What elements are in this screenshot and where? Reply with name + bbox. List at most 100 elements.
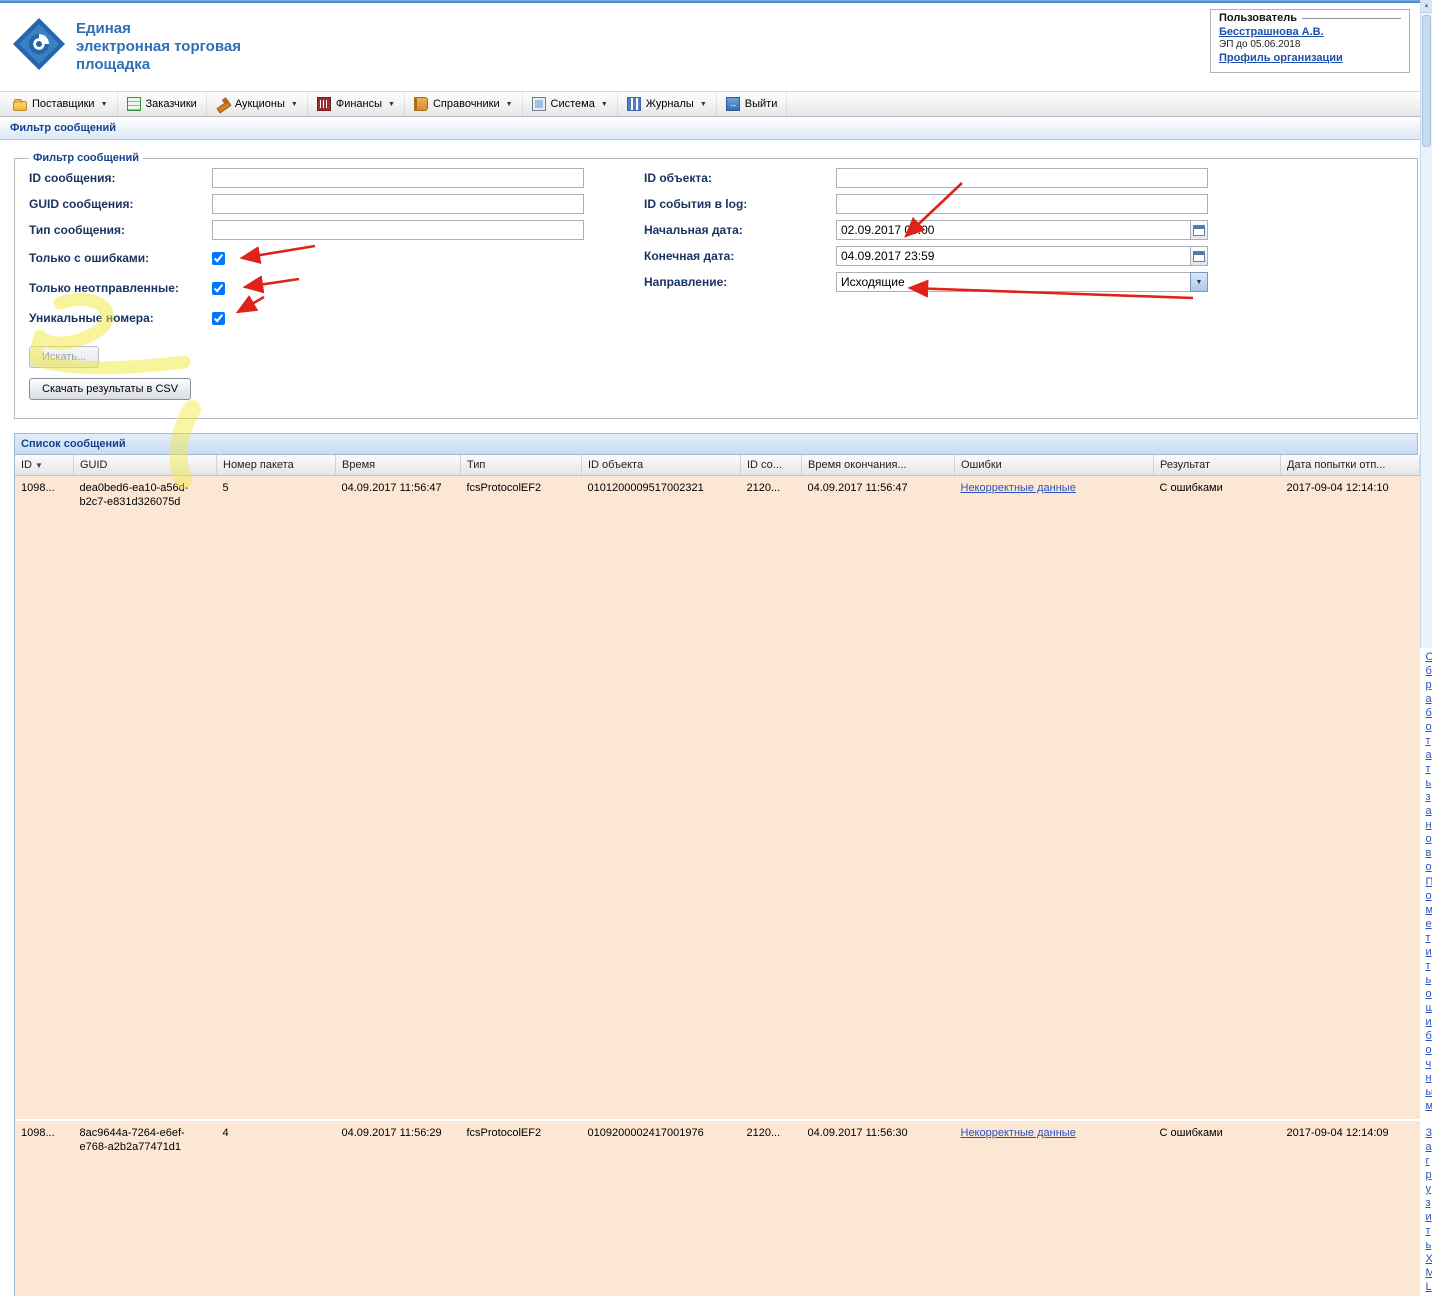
filter-row: Начальная дата: bbox=[644, 218, 1403, 242]
menu-item-suppliers[interactable]: Поставщики▼ bbox=[4, 92, 118, 116]
cert-note: ЭП до 05.06.2018 bbox=[1219, 39, 1401, 50]
operation-link[interactable]: Загрузить XML bbox=[1426, 1127, 1432, 1293]
date-input[interactable] bbox=[836, 220, 1190, 240]
app-logo-icon bbox=[10, 15, 68, 73]
select-value: Исходящие bbox=[836, 272, 1190, 292]
calendar-button[interactable] bbox=[1190, 246, 1208, 266]
operation-link[interactable]: Обработать заново bbox=[1426, 651, 1432, 873]
cell-attempt: 2017-09-04 12:14:09 bbox=[1281, 1120, 1420, 1296]
scroll-up-icon[interactable]: ▲ bbox=[1421, 0, 1432, 13]
divider bbox=[1302, 18, 1401, 19]
menu-item-journals[interactable]: Журналы▼ bbox=[618, 92, 717, 116]
app-header: Единая электронная торговая площадка Пол… bbox=[0, 3, 1432, 91]
filter-grid: ID сообщения:GUID сообщения:Тип сообщени… bbox=[29, 166, 1403, 334]
user-box-title: Пользователь bbox=[1219, 12, 1297, 24]
text-input[interactable] bbox=[836, 194, 1208, 214]
field-label: Начальная дата: bbox=[644, 223, 836, 237]
filter-row: ID объекта: bbox=[644, 166, 1403, 190]
cell-time: 04.09.2017 11:56:29 bbox=[336, 1120, 461, 1296]
column-header-time[interactable]: Время bbox=[336, 455, 461, 476]
vertical-scrollbar[interactable]: ▲ bbox=[1420, 0, 1432, 648]
menu-item-customers[interactable]: Заказчики bbox=[118, 92, 207, 116]
book-icon bbox=[414, 97, 428, 111]
gavel-icon bbox=[216, 97, 230, 111]
filter-row: Уникальные номера: bbox=[29, 304, 644, 332]
filter-legend: Фильтр сообщений bbox=[29, 152, 143, 164]
calendar-button[interactable] bbox=[1190, 220, 1208, 240]
combo-trigger-button[interactable]: ▼ bbox=[1190, 272, 1208, 292]
column-label: Тип bbox=[467, 459, 485, 471]
direction-select[interactable]: Исходящие▼ bbox=[836, 272, 1208, 292]
column-header-result[interactable]: Результат bbox=[1154, 455, 1281, 476]
column-header-end_time[interactable]: Время окончания... bbox=[802, 455, 955, 476]
cell-errors: Некорректные данные bbox=[955, 476, 1154, 1121]
column-label: ID объекта bbox=[588, 459, 643, 471]
column-header-object_id[interactable]: ID объекта bbox=[582, 455, 741, 476]
column-header-id_so[interactable]: ID со... bbox=[741, 455, 802, 476]
cell-type: fcsProtocolEF2 bbox=[461, 476, 582, 1121]
cell-result: С ошибками bbox=[1154, 476, 1281, 1121]
column-header-attempt[interactable]: Дата попытки отп... bbox=[1281, 455, 1420, 476]
menu-item-directories[interactable]: Справочники▼ bbox=[405, 92, 523, 116]
filter-row: ID события в log: bbox=[644, 192, 1403, 216]
search-button[interactable]: Искать... bbox=[29, 346, 99, 368]
download-csv-button[interactable]: Скачать результаты в CSV bbox=[29, 378, 191, 400]
field-label: Тип сообщения: bbox=[29, 223, 212, 237]
cell-end_time: 04.09.2017 11:56:30 bbox=[802, 1120, 955, 1296]
menu-item-label: Заказчики bbox=[146, 98, 197, 110]
column-label: GUID bbox=[80, 459, 108, 471]
column-header-type[interactable]: Тип bbox=[461, 455, 582, 476]
table-row[interactable]: 1098...8ac9644a-7264-e6ef-e768-a2b2a7747… bbox=[15, 1120, 1420, 1296]
app-title-line: электронная торговая bbox=[76, 38, 241, 56]
menu-item-label: Аукционы bbox=[235, 98, 285, 110]
menu-item-label: Поставщики bbox=[32, 98, 95, 110]
field-label: Уникальные номера: bbox=[29, 311, 212, 325]
column-header-guid[interactable]: GUID bbox=[74, 455, 217, 476]
system-icon bbox=[532, 97, 546, 111]
field-label: GUID сообщения: bbox=[29, 197, 212, 211]
chevron-down-icon: ▼ bbox=[601, 101, 608, 108]
menu-item-finance[interactable]: Финансы▼ bbox=[308, 92, 405, 116]
column-label: ID со... bbox=[747, 459, 782, 471]
text-input[interactable] bbox=[212, 168, 584, 188]
page-title: Фильтр сообщений bbox=[0, 117, 1432, 140]
app-title: Единая электронная торговая площадка bbox=[76, 20, 241, 74]
cell-packet: 4 bbox=[217, 1120, 336, 1296]
app-title-line: площадка bbox=[76, 56, 241, 74]
text-input[interactable] bbox=[836, 168, 1208, 188]
checkbox[interactable] bbox=[212, 282, 225, 295]
operation-link[interactable]: Пометить ошибочным bbox=[1426, 876, 1432, 1112]
messages-table: ID▼ GUID Номер пакетаВремя Тип ID объекта ID … bbox=[15, 455, 1420, 1296]
cell-id_so: 2120... bbox=[741, 476, 802, 1121]
column-label: Результат bbox=[1160, 459, 1210, 471]
column-header-errors[interactable]: Ошибки bbox=[955, 455, 1154, 476]
user-box: Пользователь Бесстрашнова А.В. ЭП до 05.… bbox=[1210, 9, 1410, 73]
error-link[interactable]: Некорректные данные bbox=[961, 1127, 1076, 1139]
scrollbar-thumb[interactable] bbox=[1422, 15, 1431, 147]
checkbox[interactable] bbox=[212, 252, 225, 265]
column-header-id[interactable]: ID▼ bbox=[15, 455, 74, 476]
error-link[interactable]: Некорректные данные bbox=[961, 482, 1076, 494]
date-field bbox=[836, 246, 1208, 266]
filter-row: Только неотправленные: bbox=[29, 274, 644, 302]
exit-icon bbox=[726, 97, 740, 111]
text-input[interactable] bbox=[212, 220, 584, 240]
menu-item-label: Система bbox=[551, 98, 595, 110]
menu-item-exit[interactable]: Выйти bbox=[717, 92, 788, 116]
menu-item-system[interactable]: Система ▼ bbox=[523, 92, 618, 116]
user-name-link[interactable]: Бесстрашнова А.В. bbox=[1219, 26, 1324, 38]
text-input[interactable] bbox=[212, 194, 584, 214]
org-profile-link[interactable]: Профиль организации bbox=[1219, 52, 1343, 64]
menu-item-auctions[interactable]: Аукционы▼ bbox=[207, 92, 308, 116]
cell-errors: Некорректные данные bbox=[955, 1120, 1154, 1296]
checkbox[interactable] bbox=[212, 312, 225, 325]
menu-bar: Поставщики▼ЗаказчикиАукционы▼Финансы▼Спр… bbox=[0, 91, 1432, 117]
calendar-icon bbox=[1193, 225, 1205, 236]
field-label: Конечная дата: bbox=[644, 249, 836, 263]
date-input[interactable] bbox=[836, 246, 1190, 266]
field-label: ID объекта: bbox=[644, 171, 836, 185]
cell-id: 1098... bbox=[15, 476, 74, 1121]
table-row[interactable]: 1098...dea0bed6-ea10-a56d-b2c7-e831d3260… bbox=[15, 476, 1420, 1121]
column-header-packet[interactable]: Номер пакета bbox=[217, 455, 336, 476]
grid-header-row: ID▼ GUID Номер пакетаВремя Тип ID объекта ID … bbox=[15, 455, 1420, 476]
